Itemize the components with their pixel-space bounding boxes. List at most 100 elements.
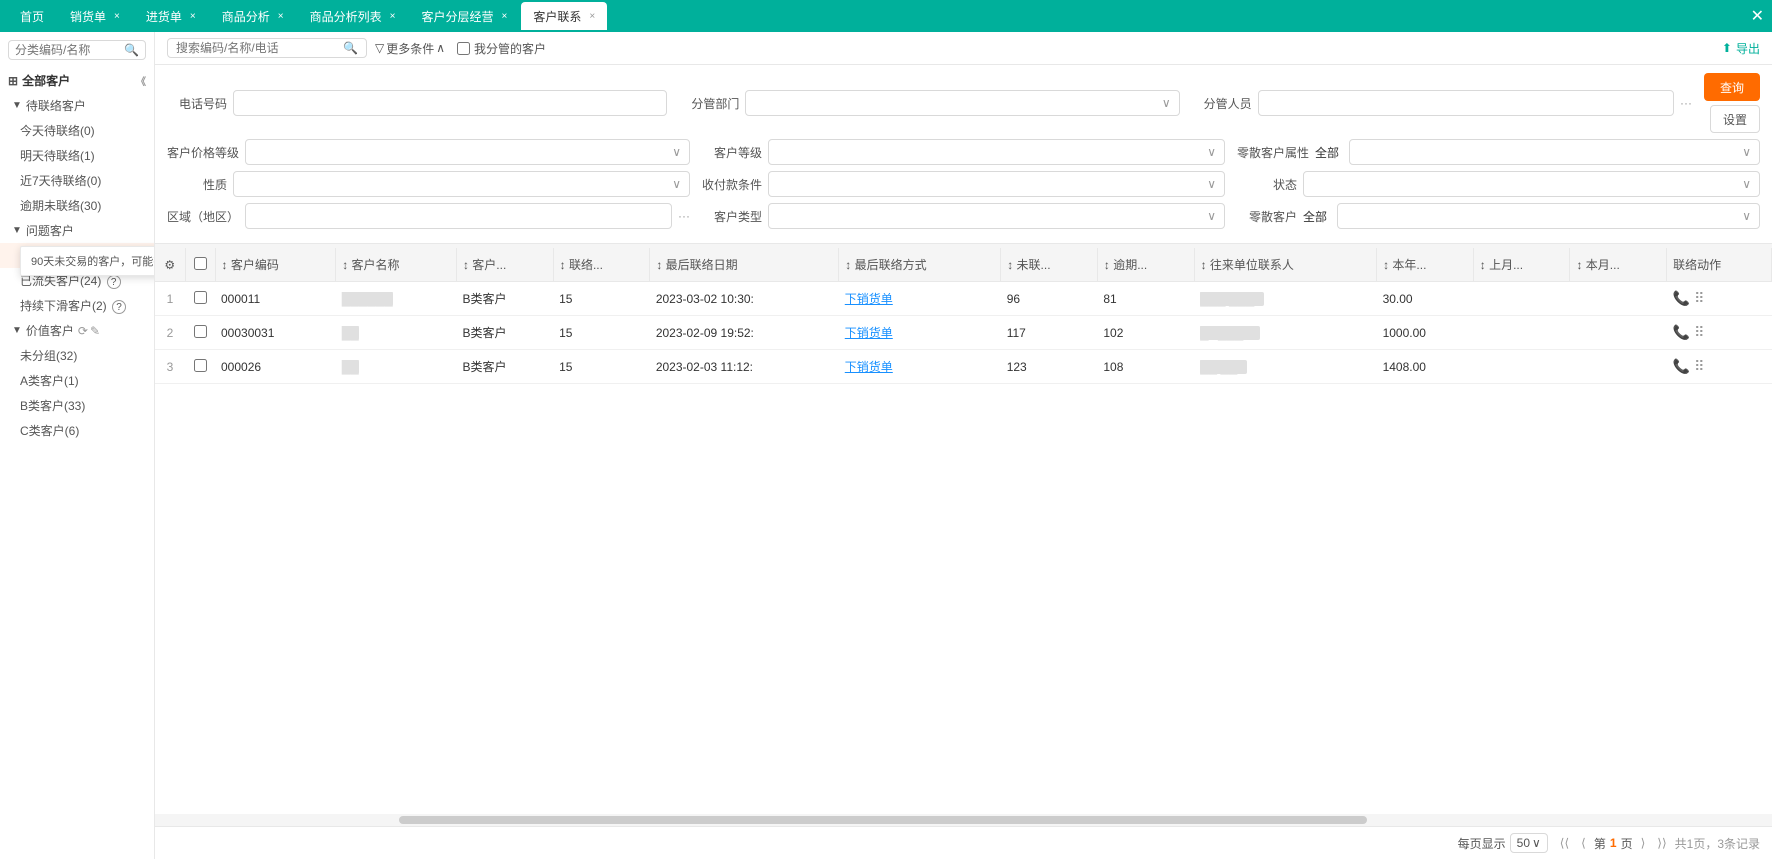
filter-phone-input[interactable] bbox=[233, 90, 667, 116]
col-checkbox[interactable] bbox=[185, 248, 215, 282]
my-customers-wrap[interactable]: 我分管的客户 bbox=[457, 40, 546, 57]
tab-purchase[interactable]: 进货单 × bbox=[134, 2, 208, 30]
sidebar: 🔍 ⊞ 全部客户 《 ▼ 待联络客户 今天待联络(0) 明天待联络(1) 近7天… bbox=[0, 32, 155, 859]
filter-payment-select[interactable]: ∨ bbox=[768, 171, 1225, 197]
table-row: 1 000011 ██████ B类客户 15 2023-03-02 10:30… bbox=[155, 282, 1772, 316]
sort-icon-contact[interactable]: ↕ bbox=[560, 258, 566, 272]
sort-icon-type[interactable]: ↕ bbox=[463, 258, 469, 272]
row-last-way-1[interactable]: 下销货单 bbox=[839, 316, 1001, 350]
sort-icon-date[interactable]: ↕ bbox=[656, 258, 662, 272]
row-last-month-0 bbox=[1473, 282, 1570, 316]
tab-home[interactable]: 首页 bbox=[8, 2, 56, 30]
col-settings[interactable]: ⚙ bbox=[155, 248, 185, 282]
row-this-month-2 bbox=[1570, 350, 1667, 384]
sidebar-item-today[interactable]: 今天待联络(0) bbox=[0, 118, 154, 143]
row-checkbox-1[interactable] bbox=[185, 316, 215, 350]
sidebar-item-overdue[interactable]: 逾期未联络(30) bbox=[0, 193, 154, 218]
tab-analysis-list[interactable]: 商品分析列表 × bbox=[298, 2, 408, 30]
col-overdue: ↕ 逾期... bbox=[1097, 248, 1194, 282]
window-close-icon[interactable]: ✕ bbox=[1751, 6, 1764, 26]
region-ellipsis[interactable]: ··· bbox=[678, 209, 690, 223]
search-input[interactable] bbox=[176, 41, 343, 55]
tab-purchase-label: 进货单 bbox=[146, 8, 182, 25]
row-type-0: B类客户 bbox=[456, 282, 553, 316]
settings-button[interactable]: 设置 bbox=[1710, 105, 1760, 133]
filter-cust-type-select[interactable]: ∨ bbox=[768, 203, 1225, 229]
sidebar-item-7days[interactable]: 近7天待联络(0) bbox=[0, 168, 154, 193]
action-more-icon-2[interactable]: ⠿ bbox=[1694, 358, 1704, 375]
sort-icon-nc[interactable]: ↕ bbox=[1007, 258, 1013, 272]
sidebar-item-tomorrow[interactable]: 明天待联络(1) bbox=[0, 143, 154, 168]
filter-person-select[interactable] bbox=[1258, 90, 1674, 116]
action-more-icon-1[interactable]: ⠿ bbox=[1694, 324, 1704, 341]
sidebar-item-c-class[interactable]: C类客户(6) bbox=[0, 418, 154, 443]
tab-analysis[interactable]: 商品分析 × bbox=[210, 2, 296, 30]
sort-icon-od[interactable]: ↕ bbox=[1104, 258, 1110, 272]
filter-zero-attr-field: 零散客户属性 全部 ∨ bbox=[1237, 139, 1760, 165]
sidebar-search-input[interactable] bbox=[15, 43, 124, 57]
more-conditions-btn[interactable]: ▽ 更多条件 ∧ bbox=[375, 40, 445, 57]
filter-nature-select[interactable]: ∨ bbox=[233, 171, 690, 197]
filter-payment-label: 收付款条件 bbox=[702, 176, 762, 193]
action-phone-icon-0[interactable]: 📞 bbox=[1673, 290, 1690, 307]
tab-sales-close[interactable]: × bbox=[114, 11, 120, 22]
query-button[interactable]: 查询 bbox=[1704, 73, 1760, 101]
tab-customer-tier[interactable]: 客户分层经营 × bbox=[409, 2, 519, 30]
sort-icon[interactable]: ↕ bbox=[222, 258, 228, 272]
sort-icon-way[interactable]: ↕ bbox=[845, 258, 851, 272]
next-page-btn[interactable]: ⟩ bbox=[1637, 834, 1650, 852]
filter-zero-cust-select[interactable]: ∨ bbox=[1337, 203, 1760, 229]
filter-row-1: 电话号码 分管部门 ∨ 分管人员 ··· 查询 bbox=[167, 73, 1760, 133]
sort-icon-name[interactable]: ↕ bbox=[342, 258, 348, 272]
value-edit-icon[interactable]: ✎ bbox=[90, 324, 100, 338]
sidebar-item-a-class[interactable]: A类客户(1) bbox=[0, 368, 154, 393]
sidebar-section-value[interactable]: ▼ 价值客户 ⟳ ✎ bbox=[0, 318, 154, 343]
row-last-way-2[interactable]: 下销货单 bbox=[839, 350, 1001, 384]
sidebar-item-ungrouped[interactable]: 未分组(32) bbox=[0, 343, 154, 368]
sort-icon-tm[interactable]: ↕ bbox=[1576, 258, 1582, 272]
tab-analysis-close[interactable]: × bbox=[278, 11, 284, 22]
row-last-way-0[interactable]: 下销货单 bbox=[839, 282, 1001, 316]
filter-price-level-select[interactable]: ∨ bbox=[245, 139, 690, 165]
row-num-1: 2 bbox=[155, 316, 185, 350]
tab-customer-contact[interactable]: 客户联系 × bbox=[521, 2, 607, 30]
tab-purchase-close[interactable]: × bbox=[190, 11, 196, 22]
row-checkbox-0[interactable] bbox=[185, 282, 215, 316]
sidebar-item-b-class[interactable]: B类客户(33) bbox=[0, 393, 154, 418]
person-ellipsis[interactable]: ··· bbox=[1680, 96, 1692, 110]
tab-customer-tier-close[interactable]: × bbox=[501, 11, 507, 22]
prev-page-btn[interactable]: ⟨ bbox=[1577, 834, 1590, 852]
hscroll-thumb[interactable] bbox=[399, 816, 1367, 824]
filter-region-select[interactable] bbox=[245, 203, 672, 229]
filter-status-select[interactable]: ∨ bbox=[1303, 171, 1760, 197]
select-all-checkbox[interactable] bbox=[194, 257, 207, 270]
tab-analysis-list-close[interactable]: × bbox=[390, 11, 396, 22]
sort-icon-ty[interactable]: ↕ bbox=[1383, 258, 1389, 272]
action-phone-icon-1[interactable]: 📞 bbox=[1673, 324, 1690, 341]
tab-sales[interactable]: 销货单 × bbox=[58, 2, 132, 30]
my-customers-checkbox[interactable] bbox=[457, 42, 470, 55]
hscroll-track[interactable] bbox=[155, 814, 1772, 826]
filter-dept-select[interactable]: ∨ bbox=[745, 90, 1179, 116]
sort-icon-cc[interactable]: ↕ bbox=[1201, 258, 1207, 272]
search-execute-icon[interactable]: 🔍 bbox=[343, 41, 358, 55]
sidebar-section-pending[interactable]: ▼ 待联络客户 bbox=[0, 93, 154, 118]
last-page-btn[interactable]: ⟩⟩ bbox=[1653, 834, 1670, 852]
sidebar-collapse-icon[interactable]: 《 bbox=[136, 73, 146, 88]
filter-level-select[interactable]: ∨ bbox=[768, 139, 1225, 165]
sidebar-item-declining[interactable]: 持续下滑客户(2) ? bbox=[0, 293, 154, 318]
sort-icon-lm[interactable]: ↕ bbox=[1480, 258, 1486, 272]
first-page-btn[interactable]: ⟨⟨ bbox=[1556, 834, 1573, 852]
action-phone-icon-2[interactable]: 📞 bbox=[1673, 358, 1690, 375]
value-refresh-icon[interactable]: ⟳ bbox=[78, 324, 88, 338]
filter-zero-attr-select[interactable]: ∨ bbox=[1349, 139, 1760, 165]
row-num-2: 3 bbox=[155, 350, 185, 384]
sidebar-root[interactable]: ⊞ 全部客户 《 bbox=[0, 68, 154, 93]
action-more-icon-0[interactable]: ⠿ bbox=[1694, 290, 1704, 307]
page-size-select[interactable]: 50 ∨ bbox=[1510, 833, 1548, 853]
row-checkbox-2[interactable] bbox=[185, 350, 215, 384]
row-name-2: ██ bbox=[336, 350, 457, 384]
export-button[interactable]: ⬆ 导出 bbox=[1722, 40, 1760, 57]
sidebar-section-problem[interactable]: ▼ 问题客户 90天未交易的客户，可能有流失风险。 bbox=[0, 218, 154, 243]
tab-customer-contact-close[interactable]: × bbox=[589, 11, 595, 22]
